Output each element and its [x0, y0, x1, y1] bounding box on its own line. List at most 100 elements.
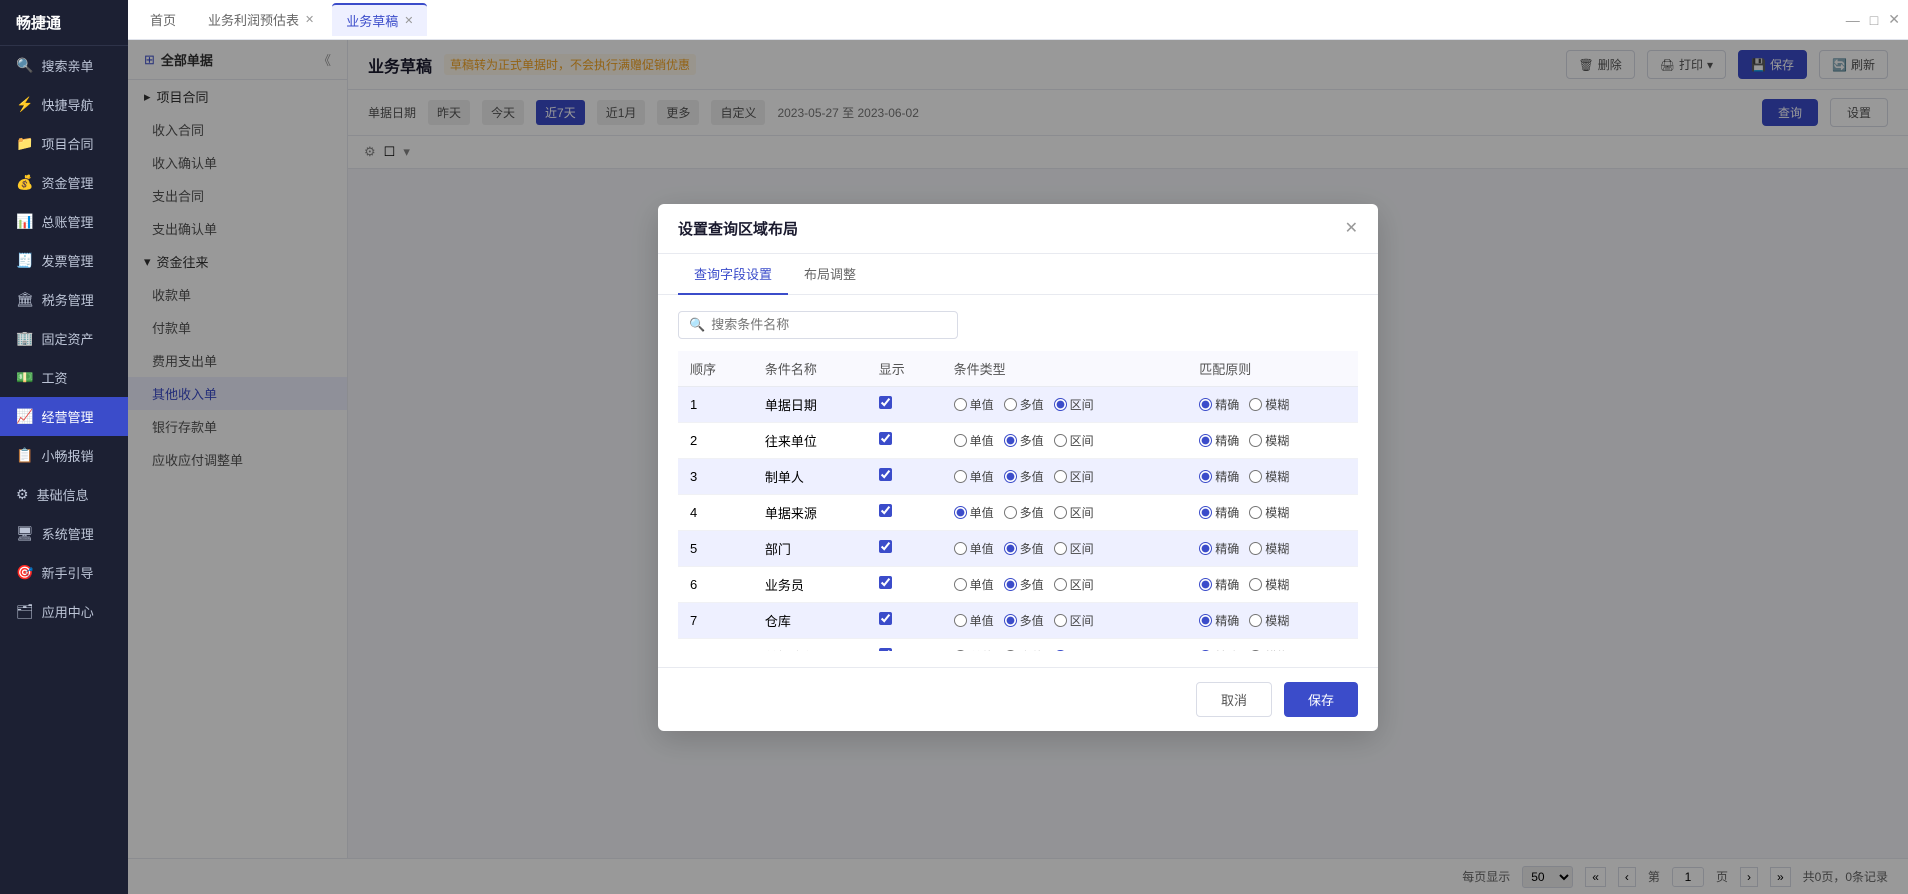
match-radio-label[interactable]: 模糊 [1249, 612, 1289, 629]
match-radio-label[interactable]: 精确 [1199, 576, 1239, 593]
cell-show[interactable] [867, 638, 942, 651]
cell-type[interactable]: 单值多值区间 [942, 386, 1188, 422]
sidebar-item-expense[interactable]: 📋 小畅报销 [0, 436, 128, 475]
match-radio-label[interactable]: 精确 [1199, 432, 1239, 449]
cell-match[interactable]: 精确模糊 [1187, 602, 1358, 638]
cell-match[interactable]: 精确模糊 [1187, 422, 1358, 458]
sidebar-item-salary[interactable]: 💵 工资 [0, 358, 128, 397]
type-radio-label[interactable]: 单值 [954, 396, 994, 413]
type-radio-label[interactable]: 多值 [1004, 504, 1044, 521]
cell-show[interactable] [867, 458, 942, 494]
show-checkbox[interactable] [879, 576, 892, 589]
match-radio-label[interactable]: 精确 [1199, 468, 1239, 485]
cell-type[interactable]: 单值 多值 区间 [942, 638, 1188, 651]
match-radio-label[interactable]: 模糊 [1249, 576, 1289, 593]
sidebar-item-project[interactable]: 📁 项目合同 [0, 124, 128, 163]
type-radio-label[interactable]: 区间 [1054, 396, 1094, 413]
tab-profit[interactable]: 业务利润预估表 ✕ [194, 4, 328, 35]
sidebar-item-tax[interactable]: 🏛 税务管理 [0, 280, 128, 319]
cell-match[interactable]: 精确模糊 [1187, 530, 1358, 566]
match-radio-label[interactable]: 精确 [1199, 396, 1239, 413]
cell-match[interactable]: 精确模糊 [1187, 458, 1358, 494]
match-radio-label[interactable]: 模糊 [1249, 432, 1289, 449]
sidebar-item-ops[interactable]: 📈 经营管理 [0, 397, 128, 436]
type-radio-label[interactable]: 多值 [1004, 648, 1044, 651]
type-radio-label[interactable]: 单值 [954, 648, 994, 651]
show-checkbox[interactable] [879, 648, 892, 651]
modal-close-button[interactable]: ✕ [1345, 218, 1358, 238]
cell-type[interactable]: 单值多值区间 [942, 494, 1188, 530]
type-radio-label[interactable]: 多值 [1004, 540, 1044, 557]
sidebar-item-asset[interactable]: 🏢 固定资产 [0, 319, 128, 358]
tab-draft[interactable]: 业务草稿 ✕ [332, 3, 427, 36]
settings-table-container[interactable]: 顺序 条件名称 显示 条件类型 匹配原则 1单据日期单值多值区间精确模糊2往来单… [678, 351, 1358, 651]
modal-tab-field-settings[interactable]: 查询字段设置 [678, 254, 788, 295]
match-radio-label[interactable]: 模糊 [1249, 396, 1289, 413]
type-radio-label[interactable]: 单值 [954, 576, 994, 593]
sidebar-item-apps[interactable]: 🗂 应用中心 [0, 592, 128, 631]
show-checkbox[interactable] [879, 540, 892, 553]
cell-match[interactable]: 精确模糊 [1187, 566, 1358, 602]
cell-show[interactable] [867, 422, 942, 458]
cell-show[interactable] [867, 602, 942, 638]
type-radio-label[interactable]: 多值 [1004, 468, 1044, 485]
type-radio-label[interactable]: 多值 [1004, 612, 1044, 629]
condition-search-input[interactable] [711, 317, 947, 332]
match-radio-label[interactable]: 模糊 [1249, 540, 1289, 557]
condition-search-box[interactable]: 🔍 [678, 311, 958, 339]
cell-type[interactable]: 单值多值区间 [942, 566, 1188, 602]
type-radio-label[interactable]: 区间 [1054, 576, 1094, 593]
tab-profit-close[interactable]: ✕ [305, 13, 314, 26]
show-checkbox[interactable] [879, 432, 892, 445]
show-checkbox[interactable] [879, 612, 892, 625]
topbar-max-icon[interactable]: □ [1870, 12, 1878, 28]
sidebar-item-sys[interactable]: 🖥 系统管理 [0, 514, 128, 553]
type-radio-label[interactable]: 多值 [1004, 396, 1044, 413]
type-radio-label[interactable]: 单值 [954, 432, 994, 449]
cell-type[interactable]: 单值多值区间 [942, 602, 1188, 638]
type-radio-label[interactable]: 单值 [954, 540, 994, 557]
cell-show[interactable] [867, 566, 942, 602]
type-radio-label[interactable]: 区间 [1054, 504, 1094, 521]
cell-show[interactable] [867, 530, 942, 566]
tab-home[interactable]: 首页 [136, 4, 190, 35]
sidebar-item-ledger[interactable]: 📊 总账管理 [0, 202, 128, 241]
sidebar-item-search[interactable]: 🔍 搜索亲单 [0, 46, 128, 85]
cell-type[interactable]: 单值多值区间 [942, 458, 1188, 494]
show-checkbox[interactable] [879, 468, 892, 481]
match-radio-label[interactable]: 精确 [1199, 648, 1239, 651]
cancel-button[interactable]: 取消 [1196, 682, 1272, 717]
match-radio-label[interactable]: 精确 [1199, 504, 1239, 521]
sidebar-item-quicknav[interactable]: ⚡ 快捷导航 [0, 85, 128, 124]
type-radio-label[interactable]: 单值 [954, 612, 994, 629]
type-radio-label[interactable]: 单值 [954, 504, 994, 521]
match-radio-label[interactable]: 模糊 [1249, 504, 1289, 521]
cell-show[interactable] [867, 494, 942, 530]
type-radio-label[interactable]: 区间 [1054, 432, 1094, 449]
type-radio-label[interactable]: 区间 [1054, 540, 1094, 557]
cell-match[interactable]: 精确模糊 [1187, 638, 1358, 651]
cell-type[interactable]: 单值多值区间 [942, 530, 1188, 566]
modal-save-button[interactable]: 保存 [1284, 682, 1358, 717]
match-radio-label[interactable]: 模糊 [1249, 468, 1289, 485]
cell-match[interactable]: 精确模糊 [1187, 494, 1358, 530]
show-checkbox[interactable] [879, 396, 892, 409]
type-radio-label[interactable]: 多值 [1004, 576, 1044, 593]
tab-draft-close[interactable]: ✕ [404, 14, 413, 27]
sidebar-item-invoice[interactable]: 🧾 发票管理 [0, 241, 128, 280]
cell-show[interactable] [867, 386, 942, 422]
match-radio-label[interactable]: 精确 [1199, 540, 1239, 557]
show-checkbox[interactable] [879, 504, 892, 517]
cell-match[interactable]: 精确模糊 [1187, 386, 1358, 422]
match-radio-label[interactable]: 精确 [1199, 612, 1239, 629]
sidebar-item-newguide[interactable]: 🎯 新手引导 [0, 553, 128, 592]
sidebar-item-finance[interactable]: 💰 资金管理 [0, 163, 128, 202]
cell-type[interactable]: 单值多值区间 [942, 422, 1188, 458]
type-radio-label[interactable]: 区间 [1054, 612, 1094, 629]
sidebar-item-basic[interactable]: ⚙ 基础信息 [0, 475, 128, 514]
type-radio-label[interactable]: 多值 [1004, 432, 1044, 449]
type-radio-label[interactable]: 区间 [1054, 648, 1094, 651]
topbar-close-icon[interactable]: ✕ [1888, 11, 1900, 28]
modal-tab-layout[interactable]: 布局调整 [788, 254, 872, 295]
type-radio-label[interactable]: 区间 [1054, 468, 1094, 485]
